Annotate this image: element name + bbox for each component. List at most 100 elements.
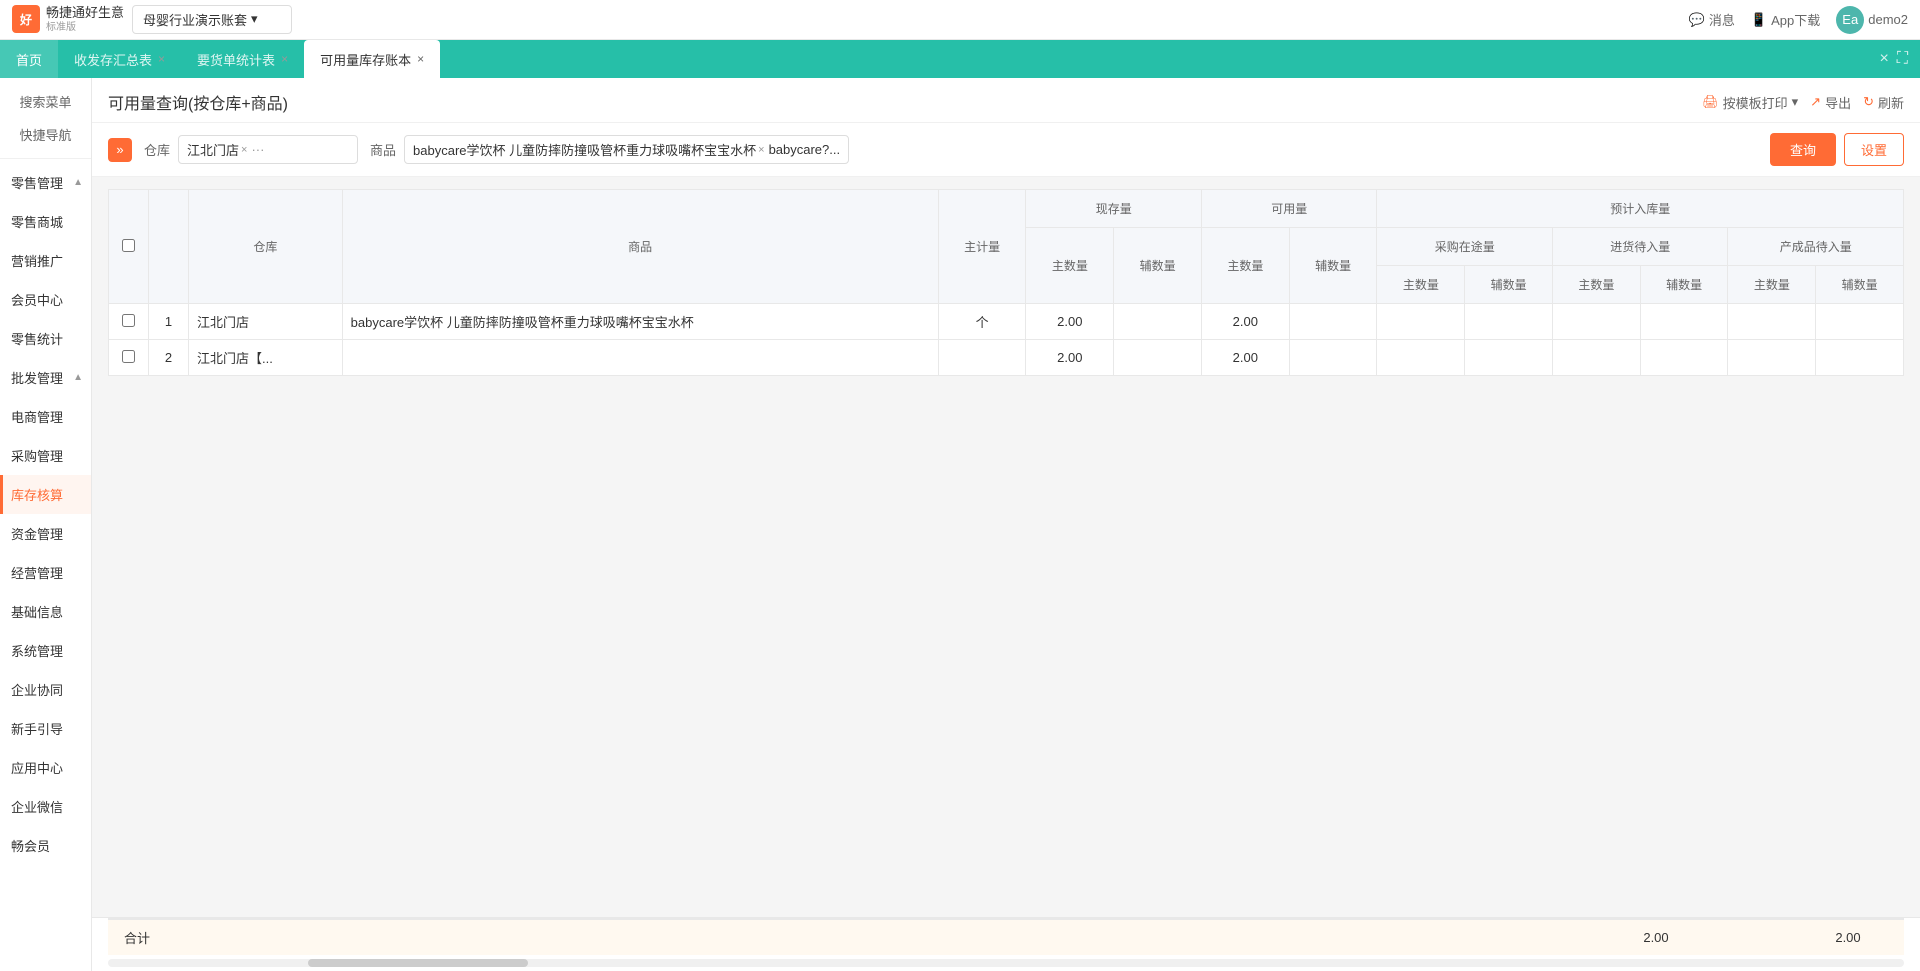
store-selector[interactable]: 母婴行业演示账套 ▾ [132, 5, 292, 34]
sidebar-item-purchase[interactable]: 采购管理 [0, 436, 91, 475]
tab-yaohuo[interactable]: 要货单统计表 × [181, 40, 304, 78]
sidebar-item-members[interactable]: 会员中心 [0, 280, 91, 319]
tab-close-icon[interactable]: × [158, 52, 165, 66]
row1-product-main [1728, 304, 1816, 340]
row2-avail-main: 2.00 [1201, 340, 1289, 376]
sidebar-item-retail-mall[interactable]: 零售商城 [0, 202, 91, 241]
sidebar-item-retail-stats[interactable]: 零售统计 [0, 319, 91, 358]
row1-checkbox[interactable] [109, 304, 149, 340]
horizontal-scrollbar[interactable] [108, 959, 1904, 967]
sidebar-item-member-app[interactable]: 畅会员 [0, 826, 91, 865]
message-button[interactable]: 💬 消息 [1689, 10, 1735, 29]
row2-index: 2 [149, 340, 189, 376]
sidebar-item-ecommerce[interactable]: 电商管理 [0, 397, 91, 436]
th-stock-main: 主数量 [1026, 228, 1114, 304]
user-menu[interactable]: Ea demo2 [1836, 6, 1908, 34]
row2-warehouse: 江北门店【... [189, 340, 343, 376]
row2-avail-aux [1289, 340, 1377, 376]
print-button[interactable]: 🖨 按模板打印 ▾ [1702, 93, 1798, 112]
sidebar-item-operations[interactable]: 经营管理 [0, 553, 91, 592]
refresh-icon: ↻ [1863, 94, 1874, 110]
page-title: 可用量查询(按仓库+商品) [108, 90, 288, 114]
th-inbound-main: 主数量 [1552, 266, 1640, 304]
data-table: 仓库 商品 主计量 现存量 可用量 预计入库量 主数量 辅数量 主数量 辅数量 … [108, 189, 1904, 376]
app-download-button[interactable]: 📱 App下载 [1751, 10, 1820, 29]
row2-unit [938, 340, 1026, 376]
th-avail-main: 主数量 [1201, 228, 1289, 304]
product-tag-1-close[interactable]: × [758, 144, 764, 156]
row2-inbound-main [1552, 340, 1640, 376]
row1-unit: 个 [938, 304, 1026, 340]
nav-close-button[interactable]: × [1879, 50, 1888, 68]
sidebar-item-basic-info[interactable]: 基础信息 [0, 592, 91, 631]
tab-home[interactable]: 首页 [0, 40, 58, 78]
warehouse-tag-close[interactable]: × [241, 144, 247, 156]
row1-avail-aux [1289, 304, 1377, 340]
scrollbar-thumb[interactable] [308, 959, 528, 967]
th-inbound-aux: 辅数量 [1640, 266, 1728, 304]
warehouse-filter-input[interactable]: 江北门店 × ··· [178, 135, 358, 164]
refresh-button[interactable]: ↻ 刷新 [1863, 93, 1904, 112]
sidebar-item-inventory[interactable]: 库存核算 [0, 475, 91, 514]
sidebar-item-wechat[interactable]: 企业微信 [0, 787, 91, 826]
bottom-area: 合计 2.00 2.00 [92, 917, 1920, 971]
row1-product: babycare学饮杯 儿童防摔防撞吸管杯重力球吸嘴杯宝宝水杯 [342, 304, 938, 340]
th-product: 商品 [342, 190, 938, 304]
select-all-checkbox[interactable] [122, 239, 135, 252]
product-filter-group: 商品 babycare学饮杯 儿童防摔防撞吸管杯重力球吸嘴杯宝宝水杯 × bab… [370, 135, 849, 164]
sidebar-item-retail-mgmt[interactable]: 零售管理 ▲ [0, 163, 91, 202]
th-purchase-in-transit: 采购在途量 [1377, 228, 1553, 266]
footer-avail-main: 2.00 [1808, 930, 1888, 945]
row1-product-aux [1816, 304, 1904, 340]
th-product-aux: 辅数量 [1816, 266, 1904, 304]
footer-row: 合计 2.00 2.00 [108, 918, 1904, 955]
sidebar-item-enterprise[interactable]: 企业协同 [0, 670, 91, 709]
search-menu-button[interactable]: 搜索菜单 [4, 86, 87, 117]
tab-close-icon[interactable]: × [417, 52, 424, 66]
row2-checkbox[interactable] [109, 340, 149, 376]
row1-inbound-aux [1640, 304, 1728, 340]
sidebar: 搜索菜单 快捷导航 零售管理 ▲ 零售商城 营销推广 会员中心 零售统计 [0, 78, 92, 971]
filter-toggle-button[interactable]: » [108, 138, 132, 162]
warehouse-filter-group: 仓库 江北门店 × ··· [144, 135, 358, 164]
nav-tabs: 首页 收发存汇总表 × 要货单统计表 × 可用量库存账本 × × ⛶ [0, 40, 1920, 78]
table-container: 仓库 商品 主计量 现存量 可用量 预计入库量 主数量 辅数量 主数量 辅数量 … [92, 177, 1920, 917]
sidebar-item-system[interactable]: 系统管理 [0, 631, 91, 670]
tab-shoufacun[interactable]: 收发存汇总表 × [58, 40, 181, 78]
product-filter-input[interactable]: babycare学饮杯 儿童防摔防撞吸管杯重力球吸嘴杯宝宝水杯 × babyca… [404, 135, 849, 164]
row2-stock-aux [1114, 340, 1202, 376]
product-label: 商品 [370, 140, 396, 159]
th-planned-in: 预计入库量 [1377, 190, 1904, 228]
row1-inbound-main [1552, 304, 1640, 340]
sidebar-item-app-center[interactable]: 应用中心 [0, 748, 91, 787]
sidebar-item-wholesale[interactable]: 批发管理 ▲ [0, 358, 91, 397]
sidebar-item-marketing[interactable]: 营销推广 [0, 241, 91, 280]
th-product-main: 主数量 [1728, 266, 1816, 304]
nav-expand-button[interactable]: ⛶ [1897, 50, 1908, 68]
tab-keyongliang[interactable]: 可用量库存账本 × [304, 40, 440, 78]
warehouse-label: 仓库 [144, 140, 170, 159]
filter-actions: 查询 设置 [1770, 133, 1904, 166]
avatar: Ea [1836, 6, 1864, 34]
arrow-icon: ▲ [73, 372, 83, 383]
row1-purchase-aux [1465, 304, 1553, 340]
warehouse-more-icon[interactable]: ··· [251, 142, 264, 157]
table-row: 1 江北门店 babycare学饮杯 儿童防摔防撞吸管杯重力球吸嘴杯宝宝水杯 个… [109, 304, 1904, 340]
sidebar-item-finance[interactable]: 资金管理 [0, 514, 91, 553]
export-button[interactable]: ↗ 导出 [1810, 93, 1851, 112]
sidebar-item-guide[interactable]: 新手引导 [0, 709, 91, 748]
tab-close-icon[interactable]: × [281, 52, 288, 66]
row2-product [342, 340, 938, 376]
print-icon: 🖨 [1702, 94, 1719, 110]
sidebar-top: 搜索菜单 快捷导航 [0, 78, 91, 159]
row2-product-main [1728, 340, 1816, 376]
sidebar-menu: 零售管理 ▲ 零售商城 营销推广 会员中心 零售统计 批发管理 ▲ 电商管理 [0, 159, 91, 869]
logo-text: 畅捷通好生意 标准版 [46, 5, 124, 35]
top-bar-right: 💬 消息 📱 App下载 Ea demo2 [1689, 6, 1908, 34]
quick-nav-button[interactable]: 快捷导航 [4, 119, 87, 150]
top-bar: 好 畅捷通好生意 标准版 母婴行业演示账套 ▾ 💬 消息 📱 App下载 Ea … [0, 0, 1920, 40]
row1-avail-main: 2.00 [1201, 304, 1289, 340]
settings-button[interactable]: 设置 [1844, 133, 1904, 166]
query-button[interactable]: 查询 [1770, 133, 1836, 166]
main-layout: 搜索菜单 快捷导航 零售管理 ▲ 零售商城 营销推广 会员中心 零售统计 [0, 78, 1920, 971]
